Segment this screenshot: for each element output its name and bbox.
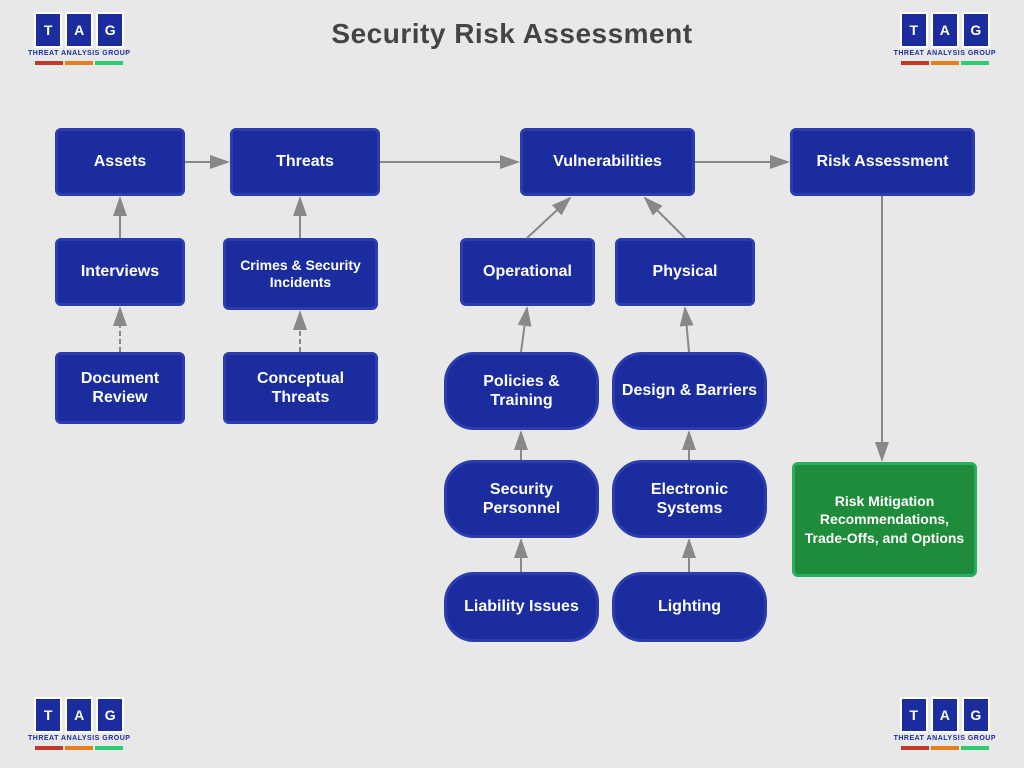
- design-barriers-box: Design & Barriers: [612, 352, 767, 430]
- risk-mitigation-box: Risk Mitigation Recommendations, Trade-O…: [792, 462, 977, 577]
- page: Security Risk Assessment T A G THREAT AN…: [0, 0, 1024, 768]
- threats-box: Threats: [230, 128, 380, 196]
- tag-a2: A: [931, 12, 959, 48]
- assets-box: Assets: [55, 128, 185, 196]
- tag-label2: THREAT ANALYSIS GROUP: [894, 50, 996, 57]
- tag-a4: A: [931, 697, 959, 733]
- tag-t4: T: [900, 697, 928, 733]
- tag-label4: THREAT ANALYSIS GROUP: [894, 735, 996, 742]
- vulnerabilities-box: Vulnerabilities: [520, 128, 695, 196]
- document-review-box: Document Review: [55, 352, 185, 424]
- policies-training-box: Policies & Training: [444, 352, 599, 430]
- tag-label: THREAT ANALYSIS GROUP: [28, 50, 130, 57]
- logo-top-left: T A G THREAT ANALYSIS GROUP: [28, 12, 130, 65]
- tag-underline: [35, 61, 123, 65]
- risk-assessment-box: Risk Assessment: [790, 128, 975, 196]
- tag-underline4: [901, 746, 989, 750]
- interviews-box: Interviews: [55, 238, 185, 306]
- tag-t3: T: [34, 697, 62, 733]
- tag-g4: G: [962, 697, 990, 733]
- logo-bottom-right: T A G THREAT ANALYSIS GROUP: [894, 697, 996, 750]
- tag-a3: A: [65, 697, 93, 733]
- security-personnel-box: Security Personnel: [444, 460, 599, 538]
- tag-g: G: [96, 12, 124, 48]
- tag-underline2: [901, 61, 989, 65]
- conceptual-threats-box: Conceptual Threats: [223, 352, 378, 424]
- lighting-box: Lighting: [612, 572, 767, 642]
- tag-g3: G: [96, 697, 124, 733]
- logo-top-right: T A G THREAT ANALYSIS GROUP: [894, 12, 996, 65]
- electronic-systems-box: Electronic Systems: [612, 460, 767, 538]
- tag-underline3: [35, 746, 123, 750]
- crimes-box: Crimes & Security Incidents: [223, 238, 378, 310]
- physical-box: Physical: [615, 238, 755, 306]
- tag-label3: THREAT ANALYSIS GROUP: [28, 735, 130, 742]
- page-title: Security Risk Assessment: [0, 0, 1024, 50]
- liability-issues-box: Liability Issues: [444, 572, 599, 642]
- tag-t2: T: [900, 12, 928, 48]
- tag-a: A: [65, 12, 93, 48]
- tag-t: T: [34, 12, 62, 48]
- logo-bottom-left: T A G THREAT ANALYSIS GROUP: [28, 697, 130, 750]
- operational-box: Operational: [460, 238, 595, 306]
- tag-g2: G: [962, 12, 990, 48]
